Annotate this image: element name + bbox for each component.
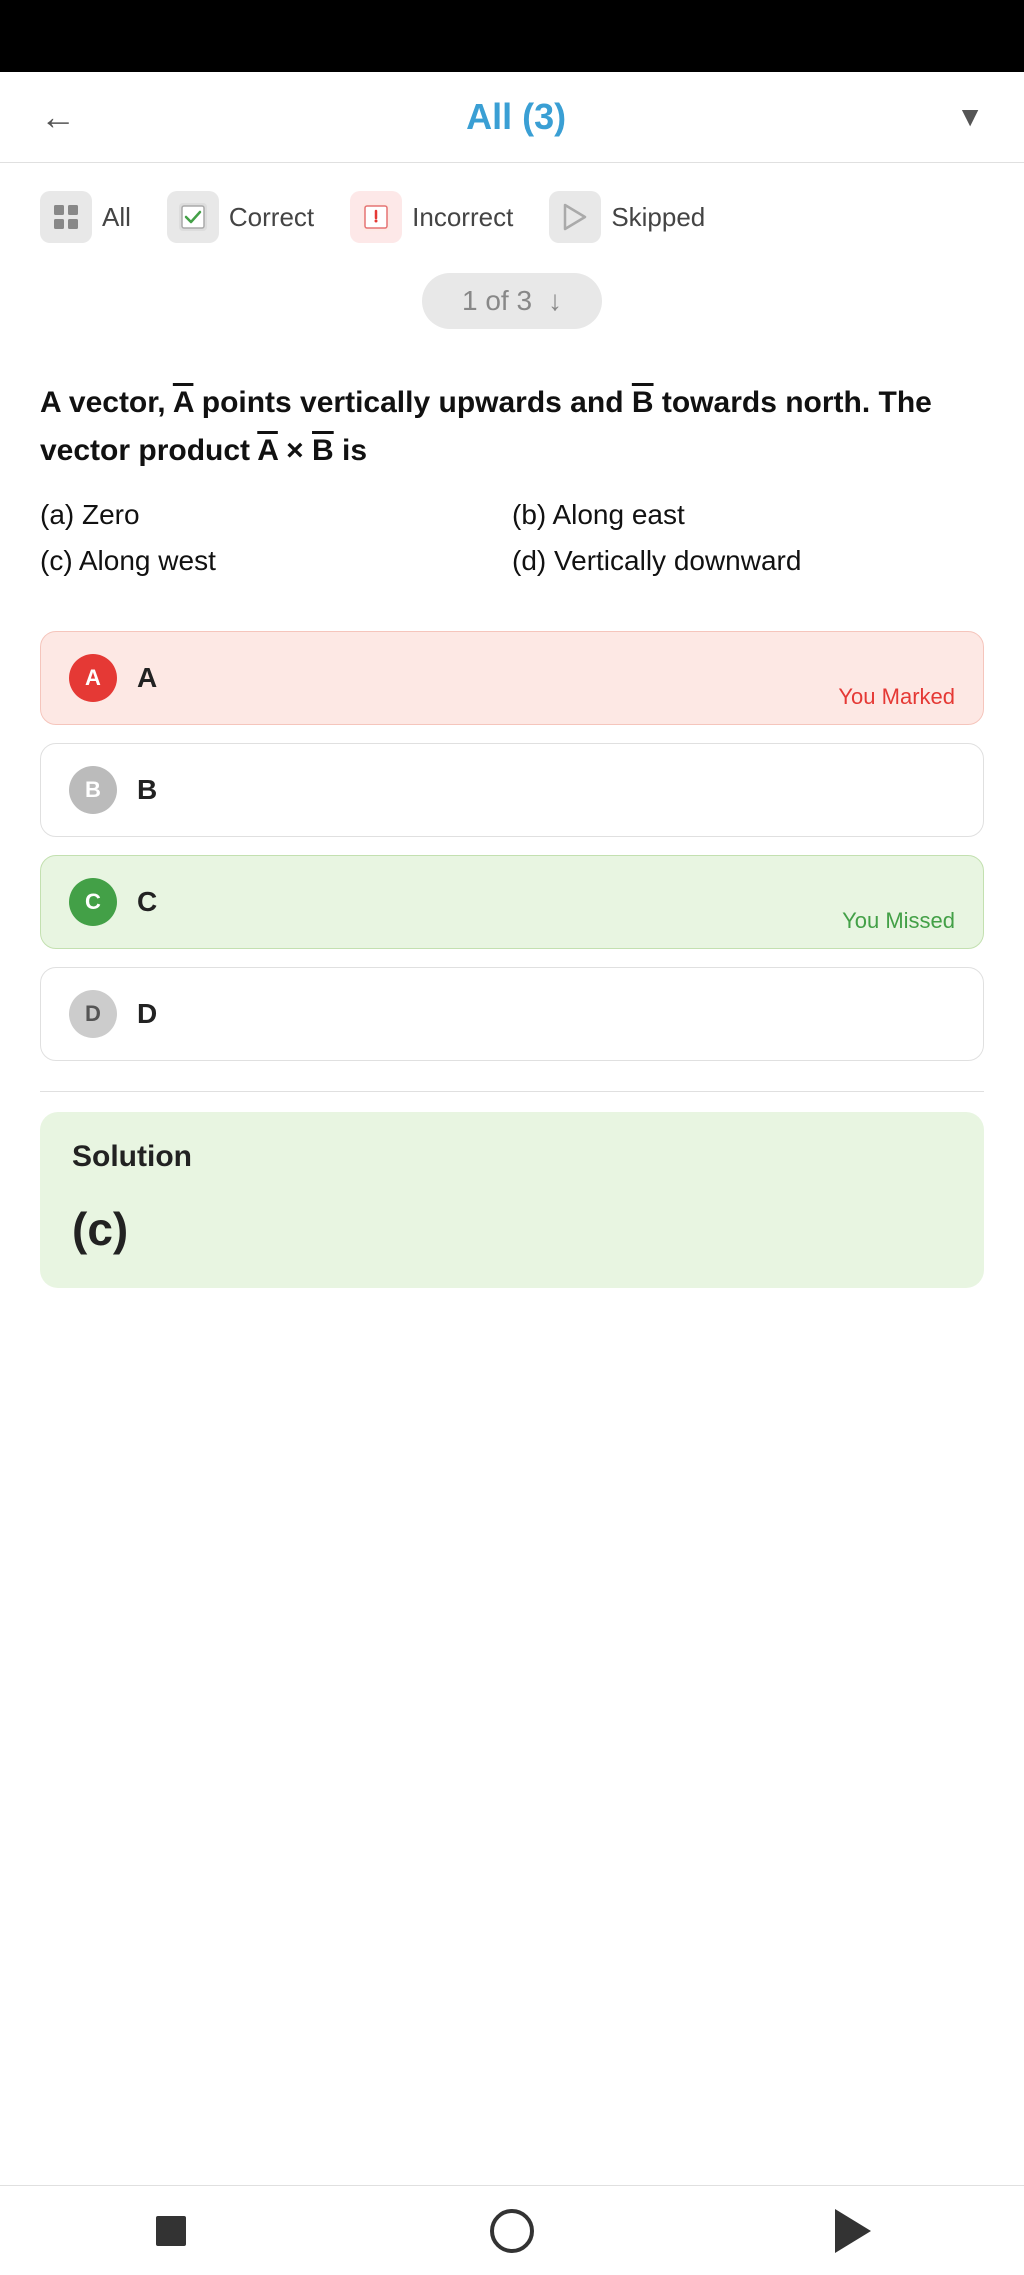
vector-b: B [632,386,654,419]
all-icon [40,191,92,243]
nav-home-button[interactable] [486,2205,538,2257]
option-label-a: A [137,662,157,694]
incorrect-label: Incorrect [412,202,513,233]
vector-a2: A [257,434,278,467]
vector-b2: B [312,434,334,467]
triangle-icon [835,2209,871,2253]
solution-answer: (c) [72,1194,952,1256]
question-area: A vector, A points vertically upwards an… [0,359,1024,611]
pagination-pill[interactable]: 1 of 3 ↓ [422,273,602,329]
filter-skipped[interactable]: Skipped [549,191,705,243]
answer-option-d[interactable]: D D [40,967,984,1061]
vector-a: A [173,386,194,419]
nav-back-button[interactable] [827,2205,879,2257]
filter-incorrect[interactable]: Incorrect [350,191,513,243]
option-label-c: C [137,886,157,918]
solution-section: Solution (c) [40,1112,984,1288]
header: ← All (3) ▼ [0,72,1024,163]
option-d: (d) Vertically downward [512,541,984,581]
badge-d: D [69,990,117,1038]
you-missed-tag: You Missed [842,908,955,934]
badge-c: C [69,878,117,926]
option-label-b: B [137,774,157,806]
you-marked-tag: You Marked [838,684,955,710]
square-icon [156,2216,186,2246]
answers-section: A A You Marked B B C C You Missed D D [0,611,1024,1081]
nav-square-button[interactable] [145,2205,197,2257]
skipped-icon [549,191,601,243]
badge-b: B [69,766,117,814]
option-c: (c) Along west [40,541,512,581]
bottom-nav [0,2185,1024,2275]
pagination-text: 1 of 3 [462,285,532,317]
solution-title: Solution [72,1140,952,1174]
pagination-down-arrow[interactable]: ↓ [548,285,562,317]
correct-label: Correct [229,202,314,233]
badge-a: A [69,654,117,702]
question-text: A vector, A points vertically upwards an… [40,379,984,475]
option-b: (b) Along east [512,495,984,535]
filter-all[interactable]: All [40,191,131,243]
header-title: All (3) [466,96,566,138]
answer-option-c[interactable]: C C You Missed [40,855,984,949]
answer-option-a[interactable]: A A You Marked [40,631,984,725]
circle-icon [490,2209,534,2253]
status-bar [0,0,1024,72]
filter-correct[interactable]: Correct [167,191,314,243]
back-button[interactable]: ← [40,96,76,138]
incorrect-icon [350,191,402,243]
dropdown-icon[interactable]: ▼ [956,101,984,133]
option-label-d: D [137,998,157,1030]
answer-option-b[interactable]: B B [40,743,984,837]
filter-row: All Correct Incorrect S [0,163,1024,263]
skipped-label: Skipped [611,202,705,233]
divider [40,1091,984,1092]
all-label: All [102,202,131,233]
pagination-row: 1 of 3 ↓ [0,263,1024,359]
correct-icon [167,191,219,243]
options-grid: (a) Zero (b) Along east (c) Along west (… [40,495,984,581]
option-a: (a) Zero [40,495,512,535]
